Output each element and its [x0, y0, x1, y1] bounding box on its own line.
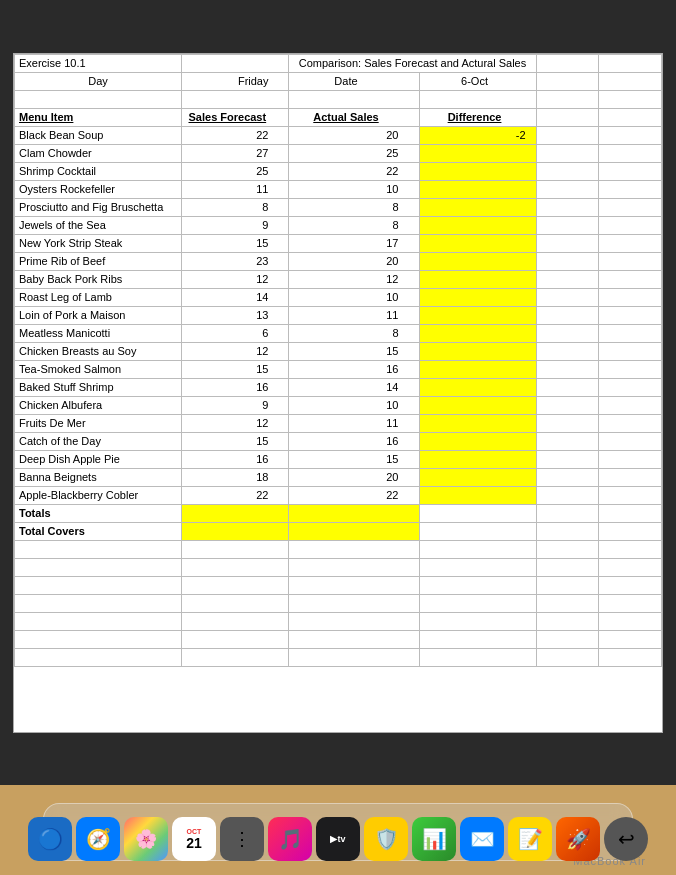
forecast-header: Sales Forecast — [182, 108, 289, 126]
table-row: Black Bean Soup 22 20 -2 — [15, 126, 662, 144]
main-title: Comparison: Sales Forecast and Actural S… — [289, 54, 536, 72]
table-row: Chicken Albufera 9 10 — [15, 396, 662, 414]
title-row: Exercise 10.1 Comparison: Sales Forecast… — [15, 54, 662, 72]
empty-row — [15, 576, 662, 594]
dock-item-safari[interactable]: 🧭 — [76, 817, 120, 861]
dock-item-numbers[interactable]: 📊 — [412, 817, 456, 861]
spacer-row — [15, 90, 662, 108]
table-row: Meatless Manicotti 6 8 — [15, 324, 662, 342]
dock-item-dotgrid[interactable]: ⋮ — [220, 817, 264, 861]
day-label: Day — [15, 72, 182, 90]
table-row: Prosciutto and Fig Bruschetta 8 8 — [15, 198, 662, 216]
table-row: Shrimp Cocktail 25 22 — [15, 162, 662, 180]
dock: 🔵 🧭 🌸 OCT 21 ⋮ 🎵 ▶tv 🛡️ 📊 ✉️ 📝 🚀 ↩ — [0, 793, 676, 865]
column-headers: Menu Item Sales Forecast Actual Sales Di… — [15, 108, 662, 126]
dock-item-back[interactable]: ↩ — [604, 817, 648, 861]
diff-header: Difference — [419, 108, 536, 126]
table-row: Roast Leg of Lamb 14 10 — [15, 288, 662, 306]
table-row: Banna Beignets 18 20 — [15, 468, 662, 486]
spreadsheet: Exercise 10.1 Comparison: Sales Forecast… — [13, 53, 663, 733]
table-row: Baby Back Pork Ribs 12 12 — [15, 270, 662, 288]
table-row: New York Strip Steak 15 17 — [15, 234, 662, 252]
empty-row — [15, 612, 662, 630]
totals-row: Totals — [15, 504, 662, 522]
date-label: Date — [289, 72, 419, 90]
dock-item-mail[interactable]: ✉️ — [460, 817, 504, 861]
dock-item-launchpad[interactable]: 🚀 — [556, 817, 600, 861]
table-row: Prime Rib of Beef 23 20 — [15, 252, 662, 270]
table-row: Jewels of the Sea 9 8 — [15, 216, 662, 234]
table-row: Tea-Smoked Salmon 15 16 — [15, 360, 662, 378]
dock-item-appletv[interactable]: ▶tv — [316, 817, 360, 861]
empty-row — [15, 558, 662, 576]
table-row: Loin of Pork a Maison 13 11 — [15, 306, 662, 324]
table-row: Oysters Rockefeller 11 10 — [15, 180, 662, 198]
forecast-empty — [182, 54, 289, 72]
menu-item-header: Menu Item — [15, 108, 182, 126]
table-row: Apple-Blackberry Cobler 22 22 — [15, 486, 662, 504]
table-row: Baked Stuff Shrimp 16 14 — [15, 378, 662, 396]
total-covers-row: Total Covers — [15, 522, 662, 540]
table-row: Fruits De Mer 12 11 — [15, 414, 662, 432]
screen: Exercise 10.1 Comparison: Sales Forecast… — [0, 0, 676, 785]
exercise-label: Exercise 10.1 — [15, 54, 182, 72]
empty-row — [15, 540, 662, 558]
empty-row — [15, 648, 662, 666]
table-row: Deep Dish Apple Pie 16 15 — [15, 450, 662, 468]
dock-item-calendar[interactable]: OCT 21 — [172, 817, 216, 861]
dock-item-music[interactable]: 🎵 — [268, 817, 312, 861]
table-row: Chicken Breasts au Soy 12 15 — [15, 342, 662, 360]
date-value: 6-Oct — [419, 72, 536, 90]
empty-row — [15, 630, 662, 648]
actual-header: Actual Sales — [289, 108, 419, 126]
day-row: Day Friday Date 6-Oct — [15, 72, 662, 90]
table-row: Clam Chowder 27 25 — [15, 144, 662, 162]
day-value: Friday — [182, 72, 289, 90]
table-row: Catch of the Day 15 16 — [15, 432, 662, 450]
dock-item-photos[interactable]: 🌸 — [124, 817, 168, 861]
empty-row — [15, 594, 662, 612]
dock-item-notes[interactable]: 📝 — [508, 817, 552, 861]
dock-item-finder[interactable]: 🔵 — [28, 817, 72, 861]
dock-item-norton[interactable]: 🛡️ — [364, 817, 408, 861]
